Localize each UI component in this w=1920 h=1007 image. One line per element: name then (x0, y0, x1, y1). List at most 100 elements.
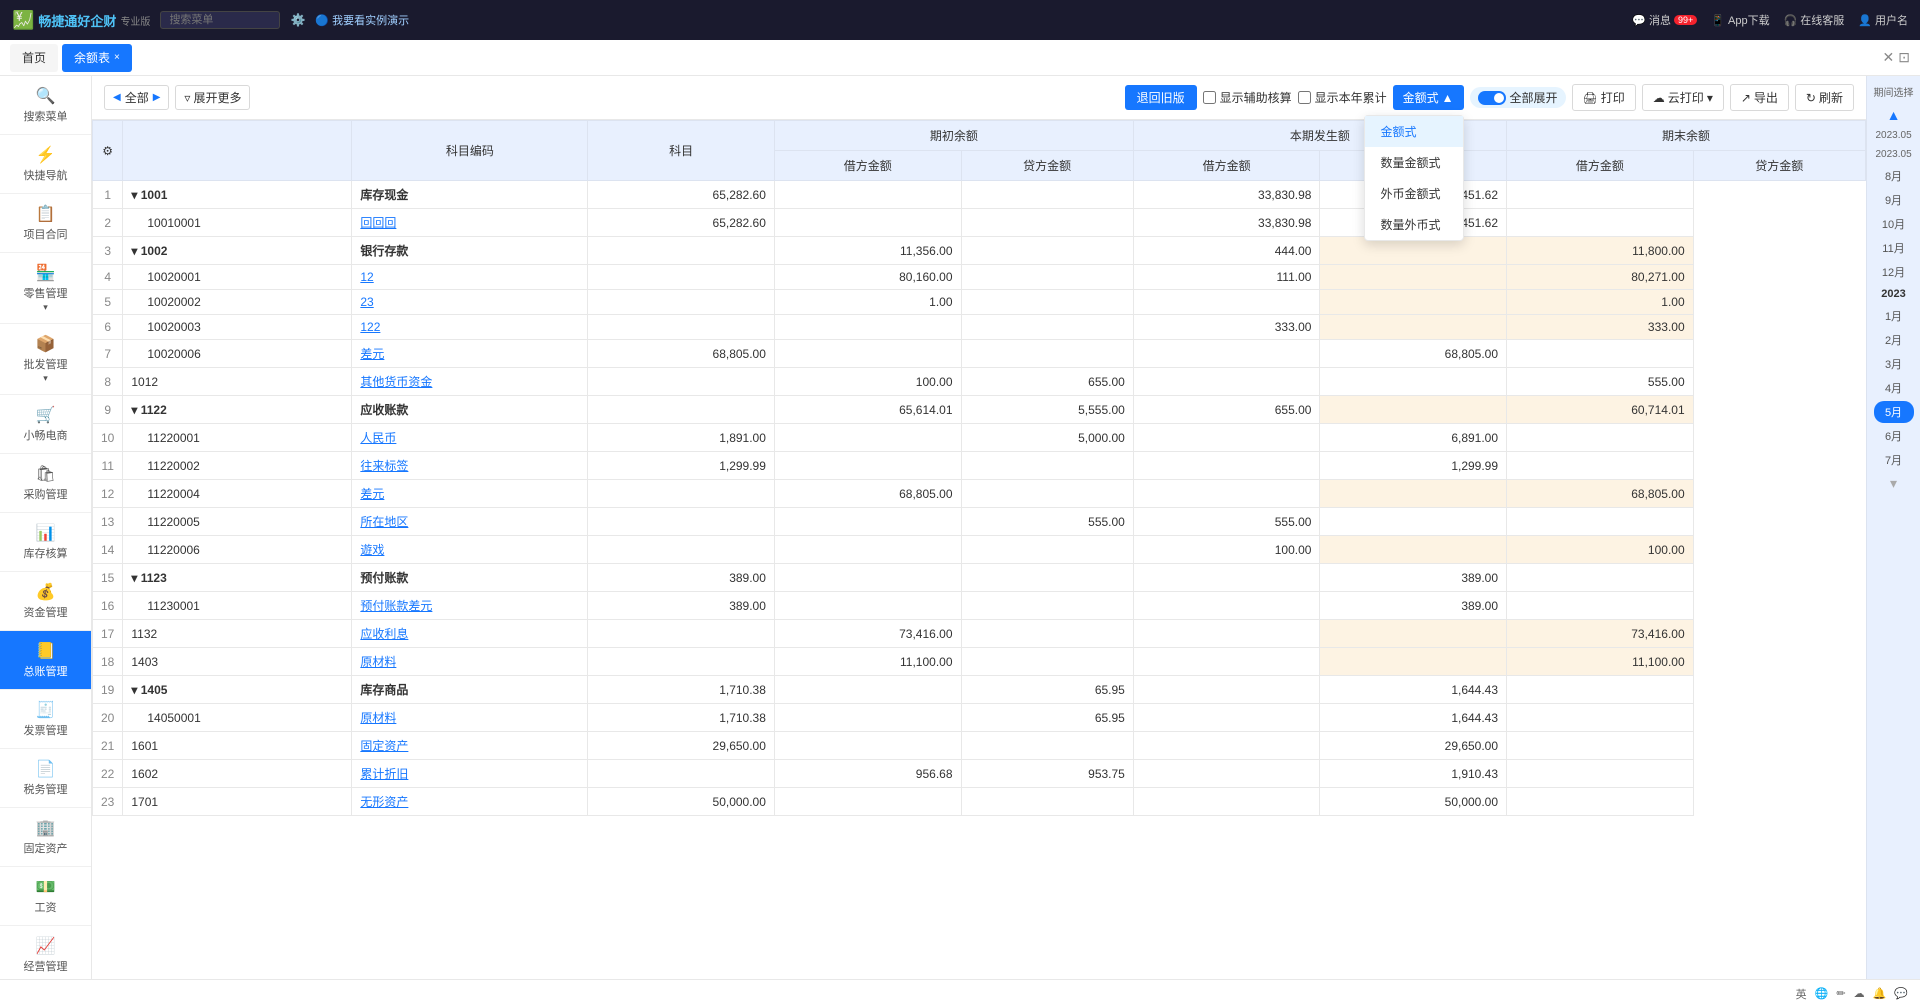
op_debit-cell[interactable] (588, 315, 775, 340)
pd_credit-cell[interactable]: 111.00 (1133, 265, 1320, 290)
op_debit-cell[interactable] (588, 290, 775, 315)
format-item-foreign-amount[interactable]: 外币金额式 (1365, 178, 1463, 209)
format-dropdown-btn[interactable]: 金额式 ▲ (1393, 85, 1464, 110)
pd_debit-cell[interactable]: 953.75 (961, 760, 1133, 788)
pd_credit-cell[interactable] (1133, 676, 1320, 704)
pd_debit-cell[interactable] (961, 536, 1133, 564)
cl_credit-cell[interactable]: 80,271.00 (1507, 265, 1694, 290)
op_credit-cell[interactable]: 956.68 (774, 760, 961, 788)
message-btn[interactable]: 💬 消息 99+ (1632, 12, 1697, 28)
period-2023-05-2[interactable]: 2023.05 (1874, 146, 1914, 163)
pd_credit-cell[interactable]: 33,830.98 (1133, 181, 1320, 209)
cl_credit-cell[interactable]: 11,800.00 (1507, 237, 1694, 265)
period-5[interactable]: 5月 (1874, 401, 1914, 423)
pd_credit-cell[interactable] (1133, 290, 1320, 315)
tab-close-icon[interactable]: × (114, 52, 120, 63)
cl_debit-cell[interactable]: 6,891.00 (1320, 424, 1507, 452)
pd_credit-cell[interactable] (1133, 424, 1320, 452)
op_debit-cell[interactable]: 68,805.00 (588, 340, 775, 368)
period-8[interactable]: 8月 (1874, 165, 1914, 187)
op_debit-cell[interactable]: 1,710.38 (588, 704, 775, 732)
op_debit-cell[interactable]: 65,282.60 (588, 181, 775, 209)
cl_debit-cell[interactable] (1320, 315, 1507, 340)
pd_debit-cell[interactable] (961, 209, 1133, 237)
cl_credit-cell[interactable] (1507, 209, 1694, 237)
pd_credit-cell[interactable]: 655.00 (1133, 396, 1320, 424)
cl_credit-cell[interactable] (1507, 704, 1694, 732)
back-old-btn[interactable]: 退回旧版 (1125, 85, 1197, 110)
cl_credit-cell[interactable]: 73,416.00 (1507, 620, 1694, 648)
cl_debit-cell[interactable] (1320, 480, 1507, 508)
pd_credit-cell[interactable] (1133, 760, 1320, 788)
sidebar-item-quick-nav[interactable]: ⚡ 快捷导航 (0, 135, 91, 194)
show-ytd-check[interactable]: 显示本年累计 (1298, 89, 1387, 106)
sidebar-item-purchase[interactable]: 🛍 采购管理 (0, 454, 91, 513)
pd_credit-cell[interactable]: 100.00 (1133, 536, 1320, 564)
op_debit-cell[interactable] (588, 265, 775, 290)
period-2023-05-1[interactable]: 2023.05 (1874, 127, 1914, 144)
op_credit-cell[interactable] (774, 732, 961, 760)
pd_debit-cell[interactable] (961, 788, 1133, 816)
cl_credit-cell[interactable] (1507, 732, 1694, 760)
op_credit-cell[interactable] (774, 209, 961, 237)
sidebar-item-fixed-assets[interactable]: 🏢 固定资产 (0, 808, 91, 867)
period-4[interactable]: 4月 (1874, 377, 1914, 399)
bottom-chat-icon[interactable]: 💬 (1894, 987, 1908, 1000)
cl_debit-cell[interactable] (1320, 265, 1507, 290)
op_debit-cell[interactable] (588, 237, 775, 265)
cl_debit-cell[interactable]: 50,000.00 (1320, 788, 1507, 816)
period-1[interactable]: 1月 (1874, 305, 1914, 327)
sidebar-item-ecommerce[interactable]: 🛒 小畅电商 (0, 395, 91, 454)
op_debit-cell[interactable]: 29,650.00 (588, 732, 775, 760)
pd_debit-cell[interactable]: 555.00 (961, 508, 1133, 536)
period-12[interactable]: 12月 (1874, 261, 1914, 283)
period-11[interactable]: 11月 (1874, 237, 1914, 259)
cl_debit-cell[interactable]: 1,299.99 (1320, 452, 1507, 480)
op_credit-cell[interactable] (774, 424, 961, 452)
cl_credit-cell[interactable]: 333.00 (1507, 315, 1694, 340)
pd_credit-cell[interactable] (1133, 564, 1320, 592)
bottom-translate-icon[interactable]: 英 (1796, 986, 1807, 1002)
pd_credit-cell[interactable]: 555.00 (1133, 508, 1320, 536)
cl_debit-cell[interactable] (1320, 368, 1507, 396)
op_debit-cell[interactable] (588, 760, 775, 788)
op_debit-cell[interactable] (588, 648, 775, 676)
filter-all-btn[interactable]: ◀ 全部 ▶ (104, 85, 169, 110)
subject-name-cell[interactable]: 人民币 (352, 424, 588, 452)
sidebar-item-ledger[interactable]: 📒 总账管理 (0, 631, 91, 690)
subject-name-cell[interactable]: 预付账款差元 (352, 592, 588, 620)
op_credit-cell[interactable]: 65,614.01 (774, 396, 961, 424)
pd_debit-cell[interactable] (961, 732, 1133, 760)
cl_debit-cell[interactable]: 1,910.43 (1320, 760, 1507, 788)
op_debit-cell[interactable] (588, 508, 775, 536)
sidebar-item-capital[interactable]: 💰 资金管理 (0, 572, 91, 631)
cl_credit-cell[interactable] (1507, 760, 1694, 788)
op_credit-cell[interactable] (774, 340, 961, 368)
period-6[interactable]: 6月 (1874, 425, 1914, 447)
op_credit-cell[interactable] (774, 508, 961, 536)
service-btn[interactable]: 🎧 在线客服 (1784, 12, 1845, 28)
op_debit-cell[interactable]: 1,891.00 (588, 424, 775, 452)
pd_credit-cell[interactable] (1133, 648, 1320, 676)
subject-name-cell[interactable]: 原材料 (352, 704, 588, 732)
print-btn[interactable]: 🖨 打印 (1572, 84, 1636, 111)
user-avatar[interactable]: 👤 用户名 (1858, 12, 1908, 28)
pd_credit-cell[interactable] (1133, 592, 1320, 620)
op_credit-cell[interactable]: 11,100.00 (774, 648, 961, 676)
format-item-qty-foreign[interactable]: 数量外币式 (1365, 209, 1463, 240)
pd_debit-cell[interactable] (961, 340, 1133, 368)
sidebar-item-project[interactable]: 📋 项目合同 (0, 194, 91, 253)
pd_debit-cell[interactable] (961, 452, 1133, 480)
sidebar-item-payroll[interactable]: 💵 工资 (0, 867, 91, 926)
pd_debit-cell[interactable]: 5,000.00 (961, 424, 1133, 452)
pd_credit-cell[interactable]: 333.00 (1133, 315, 1320, 340)
cl_debit-cell[interactable] (1320, 648, 1507, 676)
subject-name-cell[interactable]: 所在地区 (352, 508, 588, 536)
subject-name-cell[interactable]: 差元 (352, 340, 588, 368)
ytd-checkbox[interactable] (1298, 91, 1311, 104)
pd_credit-cell[interactable] (1133, 620, 1320, 648)
cloud-print-btn[interactable]: ☁ 云打印 ▾ (1642, 84, 1724, 111)
sidebar-item-wholesale[interactable]: 📦 批发管理 ▾ (0, 324, 91, 395)
cl_credit-cell[interactable]: 555.00 (1507, 368, 1694, 396)
cl_credit-cell[interactable] (1507, 508, 1694, 536)
